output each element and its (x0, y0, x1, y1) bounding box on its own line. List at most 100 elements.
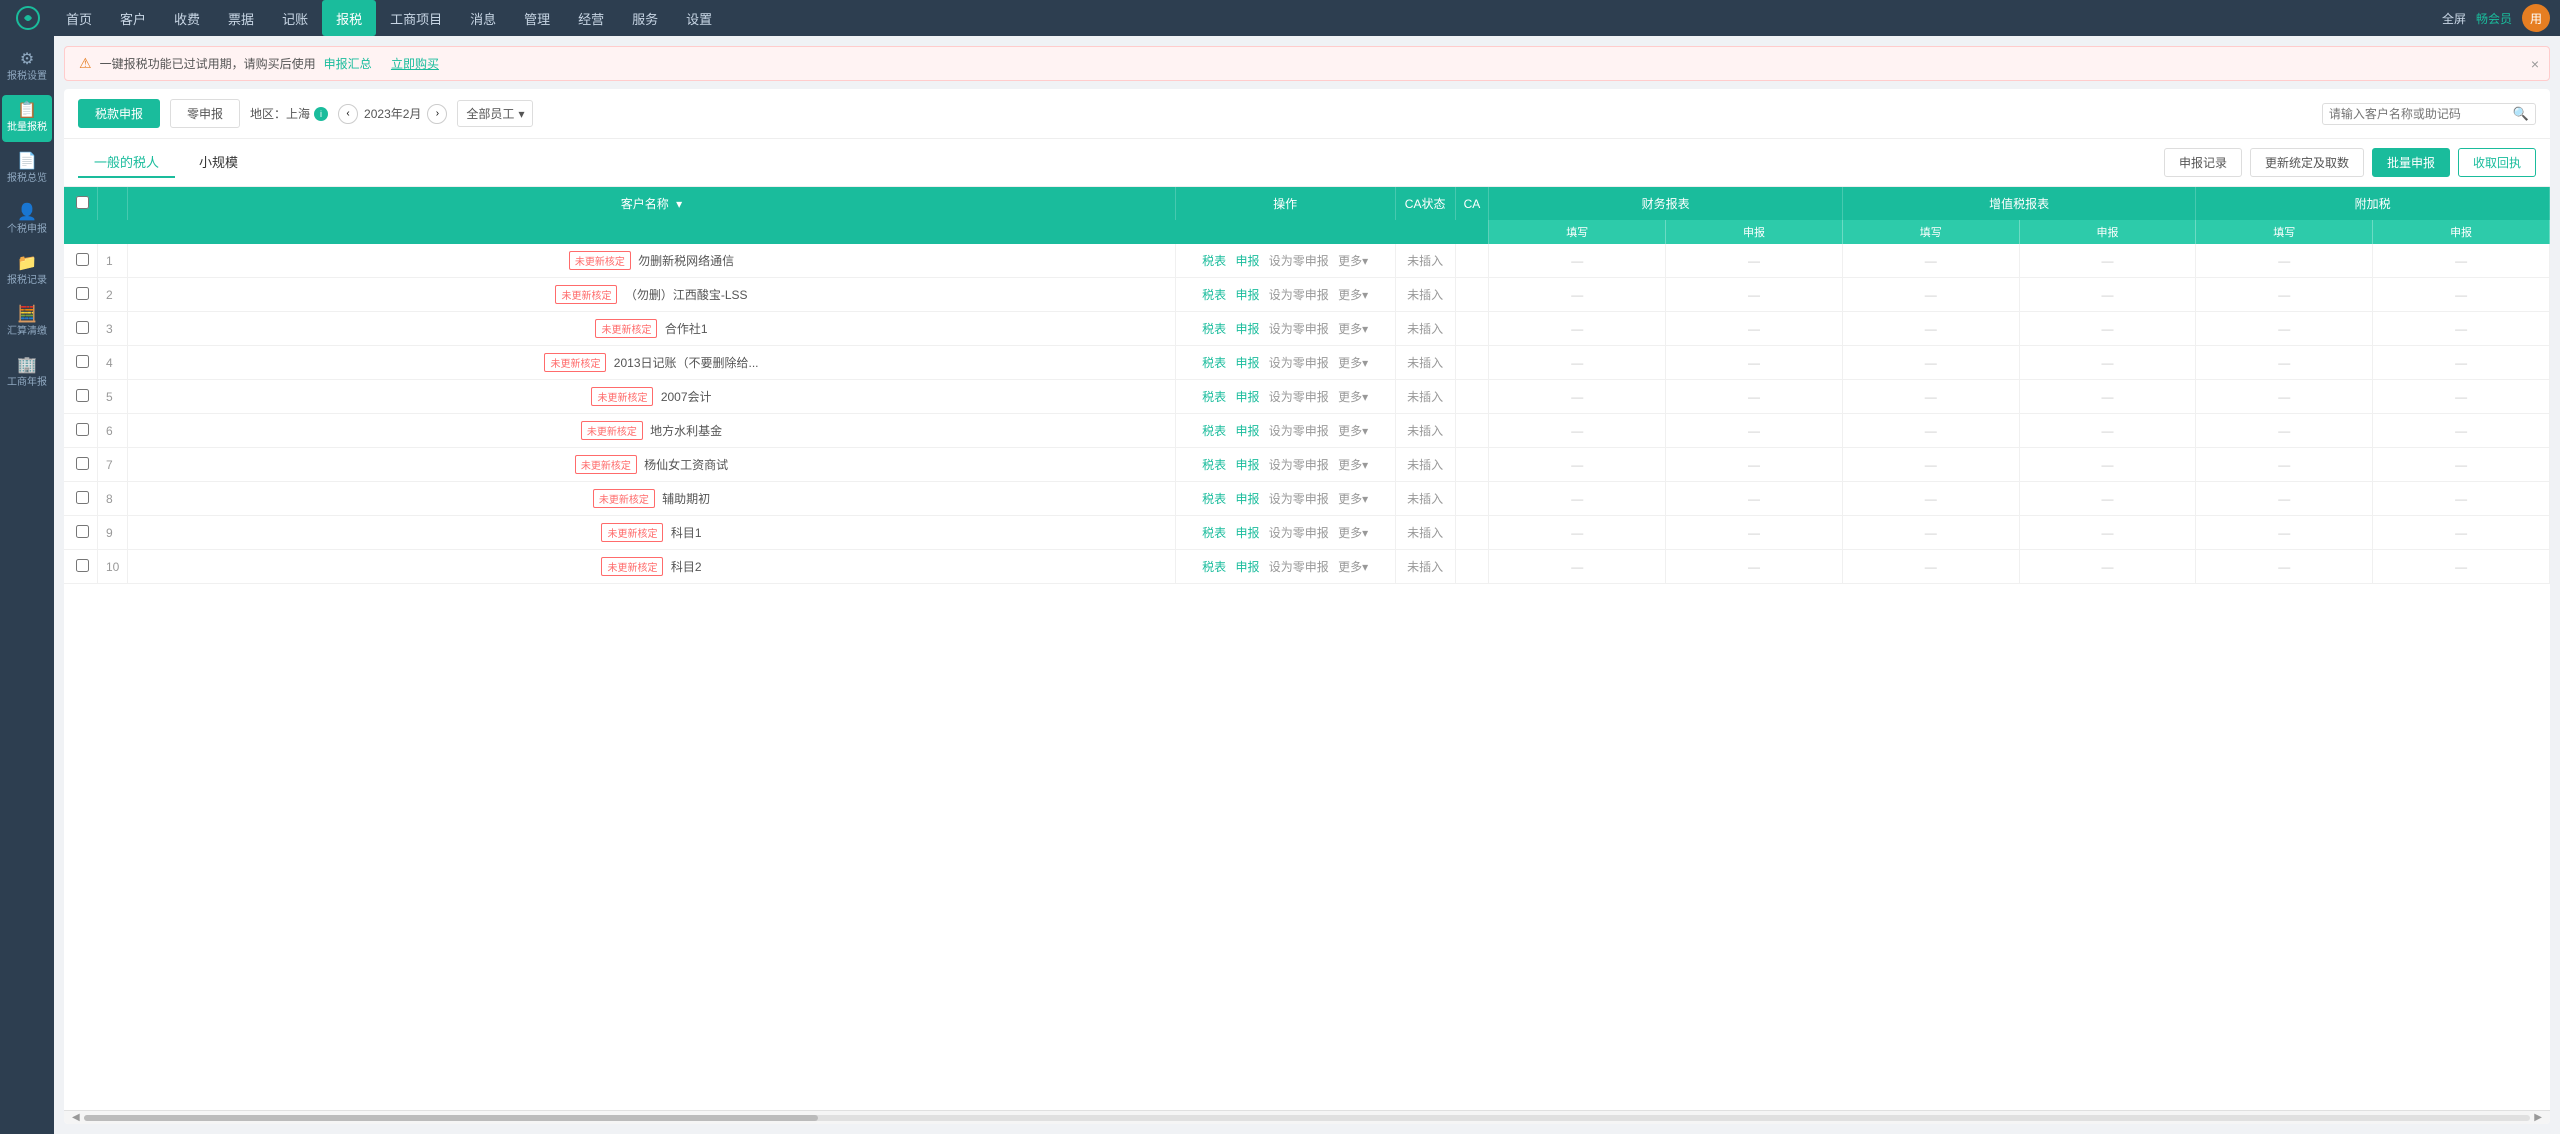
row-select-3[interactable] (76, 355, 89, 368)
row-checkbox-9[interactable] (64, 550, 98, 584)
nav-service[interactable]: 服务 (618, 0, 672, 36)
op-zero-1[interactable]: 设为零申报 (1269, 288, 1329, 302)
op-tax-6[interactable]: 税表 (1202, 458, 1226, 472)
op-more-6[interactable]: 更多▾ (1338, 458, 1368, 472)
search-input[interactable] (2329, 107, 2509, 121)
op-more-4[interactable]: 更多▾ (1338, 390, 1368, 404)
op-declare-4[interactable]: 申报 (1235, 390, 1259, 404)
horizontal-scrollbar[interactable]: ◀ ▶ (64, 1110, 2550, 1124)
op-tax-9[interactable]: 税表 (1202, 560, 1226, 574)
op-declare-8[interactable]: 申报 (1235, 526, 1259, 540)
op-zero-8[interactable]: 设为零申报 (1269, 526, 1329, 540)
op-tax-0[interactable]: 税表 (1202, 254, 1226, 268)
op-more-1[interactable]: 更多▾ (1338, 288, 1368, 302)
sidebar-item-tax-record[interactable]: 📁 报税记录 (2, 248, 52, 295)
sidebar-item-tax-settings[interactable]: ⚙ 报税设置 (2, 44, 52, 91)
row-select-1[interactable] (76, 287, 89, 300)
scroll-right-arrow[interactable]: ▶ (2530, 1112, 2546, 1123)
row-select-5[interactable] (76, 423, 89, 436)
op-tax-2[interactable]: 税表 (1202, 322, 1226, 336)
op-more-3[interactable]: 更多▾ (1338, 356, 1368, 370)
scroll-thumb[interactable] (84, 1115, 818, 1121)
op-zero-5[interactable]: 设为零申报 (1269, 424, 1329, 438)
search-icon[interactable]: 🔍 (2513, 106, 2529, 122)
row-checkbox-2[interactable] (64, 312, 98, 346)
op-declare-3[interactable]: 申报 (1235, 356, 1259, 370)
row-select-8[interactable] (76, 525, 89, 538)
row-select-4[interactable] (76, 389, 89, 402)
scroll-track[interactable] (84, 1115, 2531, 1121)
row-select-0[interactable] (76, 253, 89, 266)
region-info-icon[interactable]: i (314, 107, 328, 121)
op-zero-0[interactable]: 设为零申报 (1269, 254, 1329, 268)
row-select-2[interactable] (76, 321, 89, 334)
op-tax-3[interactable]: 税表 (1202, 356, 1226, 370)
op-zero-6[interactable]: 设为零申报 (1269, 458, 1329, 472)
notice-link-summary[interactable]: 申报汇总 (324, 55, 372, 72)
op-more-9[interactable]: 更多▾ (1338, 560, 1368, 574)
subtab-small-scale[interactable]: 小规模 (183, 147, 254, 178)
nav-invoice[interactable]: 票据 (214, 0, 268, 36)
row-checkbox-0[interactable] (64, 244, 98, 278)
sidebar-item-individual-tax[interactable]: 👤 个税申报 (2, 197, 52, 244)
sidebar-item-batch-tax[interactable]: 📋 批量报税 (2, 95, 52, 142)
nav-settings[interactable]: 设置 (672, 0, 726, 36)
upgrade-btn[interactable]: 畅会员 (2476, 10, 2512, 27)
op-declare-5[interactable]: 申报 (1235, 424, 1259, 438)
op-tax-7[interactable]: 税表 (1202, 492, 1226, 506)
op-zero-2[interactable]: 设为零申报 (1269, 322, 1329, 336)
op-tax-1[interactable]: 税表 (1202, 288, 1226, 302)
op-zero-7[interactable]: 设为零申报 (1269, 492, 1329, 506)
nav-home[interactable]: 首页 (52, 0, 106, 36)
sidebar-item-annual-report[interactable]: 🏢 工商年报 (2, 350, 52, 397)
declare-record-btn[interactable]: 申报记录 (2164, 148, 2242, 177)
row-select-9[interactable] (76, 559, 89, 572)
row-checkbox-4[interactable] (64, 380, 98, 414)
nav-message[interactable]: 消息 (456, 0, 510, 36)
select-all-checkbox[interactable] (76, 196, 89, 209)
row-checkbox-7[interactable] (64, 482, 98, 516)
date-next-btn[interactable]: › (427, 104, 447, 124)
nav-business[interactable]: 工商项目 (376, 0, 456, 36)
notice-close-btn[interactable]: × (2531, 56, 2539, 72)
op-declare-0[interactable]: 申报 (1235, 254, 1259, 268)
tab-zero-declare[interactable]: 零申报 (170, 99, 240, 128)
nav-accounting[interactable]: 记账 (268, 0, 322, 36)
nav-tax[interactable]: 报税 (322, 0, 376, 36)
scroll-left-arrow[interactable]: ◀ (68, 1112, 84, 1123)
op-tax-4[interactable]: 税表 (1202, 390, 1226, 404)
op-more-7[interactable]: 更多▾ (1338, 492, 1368, 506)
op-zero-3[interactable]: 设为零申报 (1269, 356, 1329, 370)
sidebar-item-tax-overview[interactable]: 📄 报税总览 (2, 146, 52, 193)
sidebar-item-annual-settlement[interactable]: 🧮 汇算清缴 (2, 299, 52, 346)
notice-link-buy[interactable]: 立即购买 (391, 55, 439, 72)
row-checkbox-6[interactable] (64, 448, 98, 482)
op-zero-9[interactable]: 设为零申报 (1269, 560, 1329, 574)
row-checkbox-3[interactable] (64, 346, 98, 380)
avatar[interactable]: 用 (2522, 4, 2550, 32)
nav-operation[interactable]: 经营 (564, 0, 618, 36)
nav-manage[interactable]: 管理 (510, 0, 564, 36)
op-more-0[interactable]: 更多▾ (1338, 254, 1368, 268)
nav-billing[interactable]: 收费 (160, 0, 214, 36)
nav-client[interactable]: 客户 (106, 0, 160, 36)
row-checkbox-1[interactable] (64, 278, 98, 312)
row-select-6[interactable] (76, 457, 89, 470)
retrieve-btn[interactable]: 收取回执 (2458, 148, 2536, 177)
batch-declare-btn[interactable]: 批量申报 (2372, 148, 2450, 177)
op-zero-4[interactable]: 设为零申报 (1269, 390, 1329, 404)
op-tax-8[interactable]: 税表 (1202, 526, 1226, 540)
op-more-5[interactable]: 更多▾ (1338, 424, 1368, 438)
row-checkbox-5[interactable] (64, 414, 98, 448)
update-declaration-btn[interactable]: 更新统定及取数 (2250, 148, 2364, 177)
op-declare-6[interactable]: 申报 (1235, 458, 1259, 472)
op-declare-1[interactable]: 申报 (1235, 288, 1259, 302)
op-more-8[interactable]: 更多▾ (1338, 526, 1368, 540)
op-tax-5[interactable]: 税表 (1202, 424, 1226, 438)
row-checkbox-8[interactable] (64, 516, 98, 550)
tab-tax-declare[interactable]: 税款申报 (78, 99, 160, 128)
subtab-general-tax[interactable]: 一般的税人 (78, 147, 175, 178)
date-prev-btn[interactable]: ‹ (338, 104, 358, 124)
op-declare-9[interactable]: 申报 (1235, 560, 1259, 574)
op-declare-2[interactable]: 申报 (1235, 322, 1259, 336)
